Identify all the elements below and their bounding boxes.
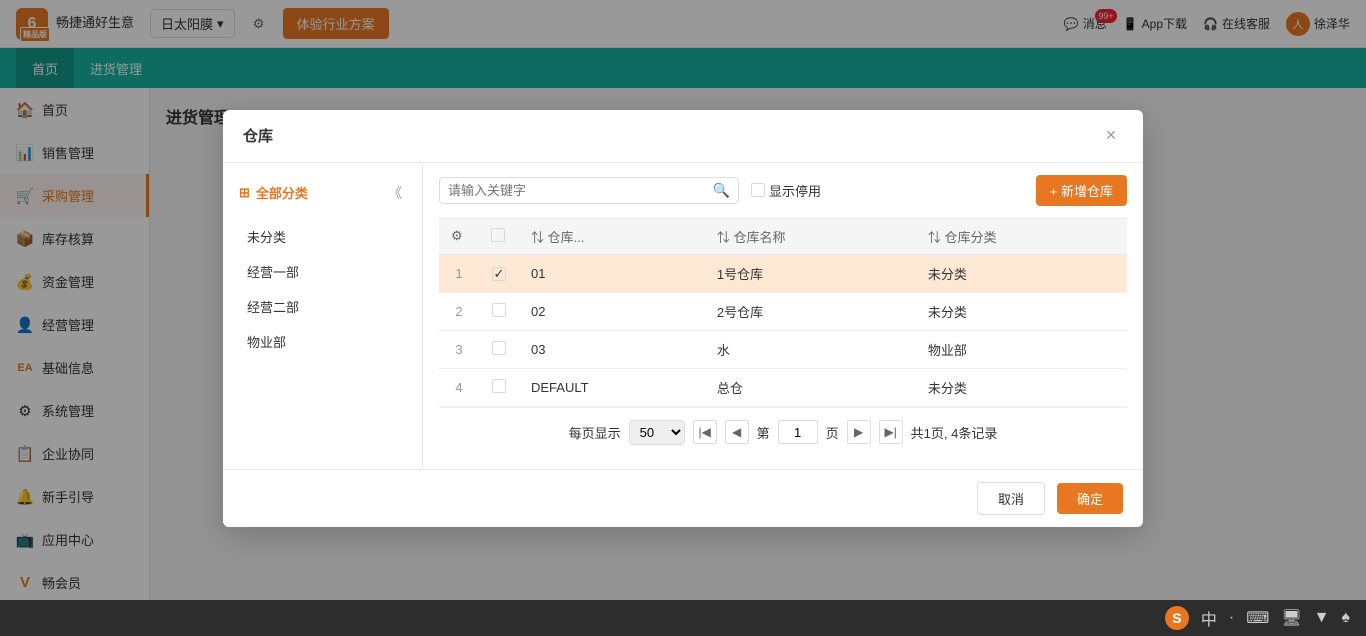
s-logo: S: [1165, 606, 1189, 630]
bottombar: S 中 · ⌨ 🖥 ▼ ♠: [0, 600, 1366, 636]
row-name: 水: [705, 330, 916, 368]
row-checkbox-cell: [479, 330, 519, 368]
prev-page-button[interactable]: ◀: [725, 420, 749, 444]
next-page-button[interactable]: ▶: [847, 420, 871, 444]
row-category: 未分类: [916, 254, 1127, 292]
category-panel: ⊞ 全部分类 《 未分类 经营一部 经营二部 物业部: [223, 163, 423, 469]
row-name: 2号仓库: [705, 292, 916, 330]
per-page-label: 每页显示: [569, 423, 621, 442]
category-item-property[interactable]: 物业部: [223, 324, 422, 359]
table-toolbar: 🔍 显示停用 + 新增仓库: [439, 175, 1127, 206]
row-checkbox[interactable]: ✓: [492, 267, 506, 281]
modal-title: 仓库: [243, 125, 273, 146]
col-header-gear: ⚙: [439, 218, 479, 254]
modal-footer: 取消 确定: [223, 469, 1143, 527]
warehouse-modal: 仓库 × ⊞ 全部分类 《 未分类 经营一部 经营二部 物业部: [223, 110, 1143, 527]
row-actions: 4: [439, 368, 479, 406]
keyboard-icon[interactable]: ⌨: [1246, 608, 1269, 628]
row-index: 02: [519, 292, 705, 330]
category-item-uncategorized[interactable]: 未分类: [223, 219, 422, 254]
table-header-row: ⚙ ⇅ 仓库... ⇅ 仓库名称: [439, 218, 1127, 254]
row-number: 4: [455, 380, 462, 395]
page-unit: 页: [826, 423, 839, 442]
spade-icon: ♠: [1342, 609, 1351, 627]
col-header-id: ⇅ 仓库...: [519, 218, 705, 254]
dot-icon: ·: [1229, 609, 1234, 627]
collapse-button[interactable]: 《: [384, 181, 406, 205]
arrow-icon[interactable]: ▼: [1314, 609, 1330, 627]
row-category: 未分类: [916, 292, 1127, 330]
row-checkbox[interactable]: [492, 379, 506, 393]
show-disabled-checkbox[interactable]: [751, 183, 765, 197]
row-checkbox-cell: [479, 292, 519, 330]
pagination: 每页显示 50 100 |◀ ◀ 第 页 ▶ ▶| 共1页, 4条记录: [439, 407, 1127, 457]
row-actions: 2: [439, 292, 479, 330]
row-index: 03: [519, 330, 705, 368]
category-all-label: 全部分类: [256, 183, 308, 202]
show-disabled-toggle[interactable]: 显示停用: [751, 181, 821, 200]
category-item-ops2[interactable]: 经营二部: [223, 289, 422, 324]
row-index: 01: [519, 254, 705, 292]
row-checkbox-cell: ✓: [479, 254, 519, 292]
row-name: 1号仓库: [705, 254, 916, 292]
modal-body: ⊞ 全部分类 《 未分类 经营一部 经营二部 物业部 🔍: [223, 163, 1143, 469]
row-actions: 1: [439, 254, 479, 292]
confirm-button[interactable]: 确定: [1057, 483, 1123, 514]
row-checkbox-cell: [479, 368, 519, 406]
category-all[interactable]: ⊞ 全部分类: [239, 183, 308, 202]
last-page-button[interactable]: ▶|: [879, 420, 903, 444]
total-info: 共1页, 4条记录: [911, 423, 998, 442]
search-icon[interactable]: 🔍: [713, 182, 730, 199]
page-number-input[interactable]: [778, 420, 818, 444]
cancel-button[interactable]: 取消: [977, 482, 1045, 515]
modal-header: 仓库 ×: [223, 110, 1143, 163]
category-item-ops1[interactable]: 经营一部: [223, 254, 422, 289]
zh-icon[interactable]: 中: [1201, 606, 1217, 630]
col-header-category: ⇅ 仓库分类: [916, 218, 1127, 254]
page-word: 第: [757, 423, 770, 442]
row-index: DEFAULT: [519, 368, 705, 406]
table-row[interactable]: 1 ✓ 01 1号仓库 未分类: [439, 254, 1127, 292]
search-box: 🔍: [439, 177, 739, 204]
select-all-checkbox[interactable]: [491, 228, 505, 242]
show-disabled-label: 显示停用: [769, 181, 821, 200]
row-number: 1: [455, 266, 462, 281]
row-name: 总仓: [705, 368, 916, 406]
table-row[interactable]: 3 03 水 物业部: [439, 330, 1127, 368]
table-row[interactable]: 4 DEFAULT 总仓 未分类: [439, 368, 1127, 406]
table-container: ⚙ ⇅ 仓库... ⇅ 仓库名称: [439, 218, 1127, 407]
monitor-icon[interactable]: 🖥: [1281, 608, 1301, 628]
row-checkbox[interactable]: [492, 341, 506, 355]
row-category: 未分类: [916, 368, 1127, 406]
warehouse-table: ⚙ ⇅ 仓库... ⇅ 仓库名称: [439, 218, 1127, 407]
category-header: ⊞ 全部分类 《: [223, 175, 422, 211]
row-checkbox[interactable]: [492, 303, 506, 317]
table-panel: 🔍 显示停用 + 新增仓库 ⚙: [423, 163, 1143, 469]
row-number: 2: [455, 304, 462, 319]
first-page-button[interactable]: |◀: [693, 420, 717, 444]
col-header-name: ⇅ 仓库名称: [705, 218, 916, 254]
row-number: 3: [455, 342, 462, 357]
modal-close-button[interactable]: ×: [1099, 124, 1123, 148]
col-header-check: [479, 218, 519, 254]
row-category: 物业部: [916, 330, 1127, 368]
grid-icon: ⊞: [239, 185, 250, 201]
add-warehouse-button[interactable]: + 新增仓库: [1036, 175, 1127, 206]
row-actions: 3: [439, 330, 479, 368]
search-input[interactable]: [448, 183, 709, 198]
table-row[interactable]: 2 02 2号仓库 未分类: [439, 292, 1127, 330]
per-page-select[interactable]: 50 100: [629, 420, 685, 445]
modal-overlay: 仓库 × ⊞ 全部分类 《 未分类 经营一部 经营二部 物业部: [0, 0, 1366, 636]
